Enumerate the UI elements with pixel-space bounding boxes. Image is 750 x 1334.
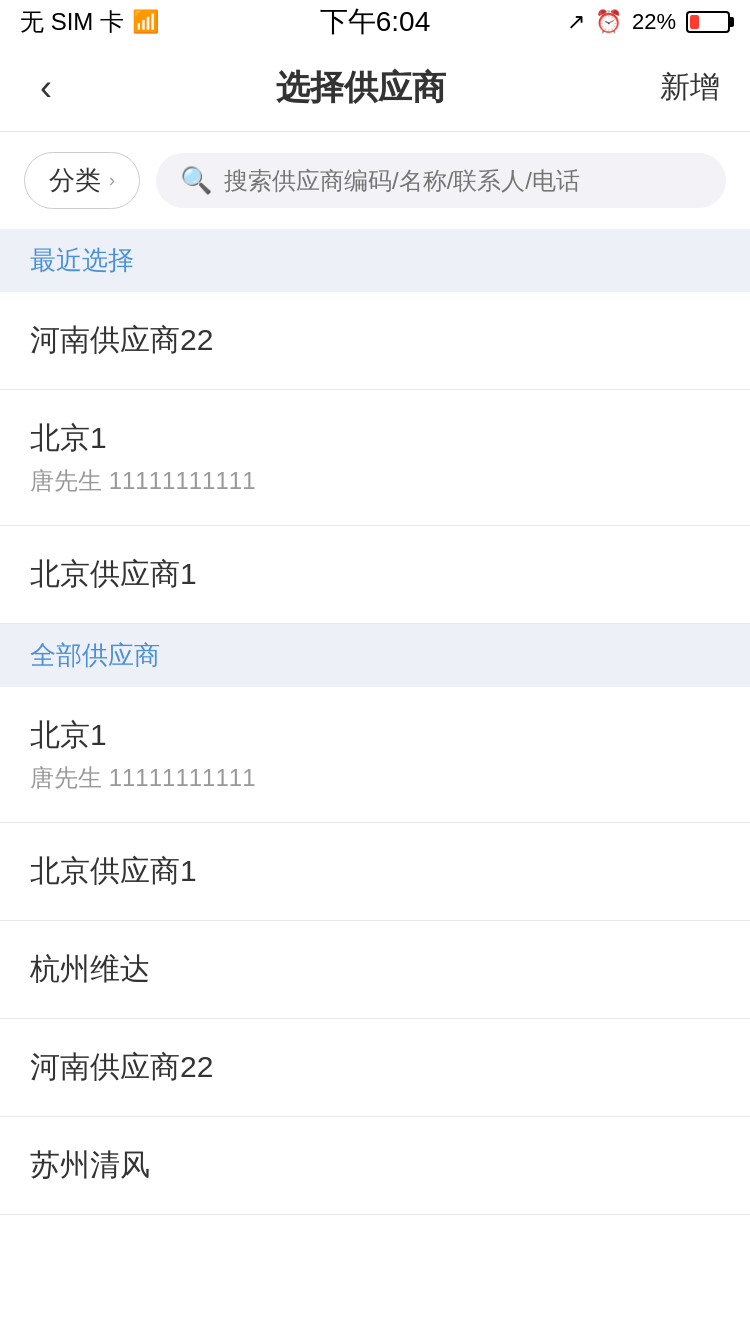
nav-bar: ‹ 选择供应商 新增 [0,44,750,132]
search-box: 🔍 [156,153,726,208]
recent-list-item[interactable]: 河南供应商22 [0,292,750,390]
recent-section-header: 最近选择 [0,229,750,292]
filter-bar: 分类 › 🔍 [0,132,750,229]
all-list-item[interactable]: 杭州维达 [0,921,750,1019]
all-list-item[interactable]: 北京1 唐先生 11111111111 [0,687,750,823]
all-list-item[interactable]: 北京供应商1 [0,823,750,921]
search-icon: 🔍 [180,165,212,196]
wifi-icon: 📶 [132,9,159,35]
recent-list-item[interactable]: 北京供应商1 [0,526,750,624]
item-name: 杭州维达 [30,949,720,990]
item-name: 河南供应商22 [30,320,720,361]
alarm-icon: ⏰ [595,9,622,35]
item-name: 北京供应商1 [30,554,720,595]
battery-fill [690,15,699,29]
recent-items-list: 河南供应商22 北京1 唐先生 11111111111 北京供应商1 [0,292,750,624]
recent-section-title: 最近选择 [30,245,134,275]
page-title: 选择供应商 [276,65,446,111]
location-icon: ↗ [567,9,585,35]
recent-list-item[interactable]: 北京1 唐先生 11111111111 [0,390,750,526]
no-sim-text: 无 SIM 卡 [20,6,124,38]
status-right: ↗ ⏰ 22% [567,9,730,35]
item-name: 北京1 [30,418,720,459]
item-name: 苏州清风 [30,1145,720,1186]
item-sub: 唐先生 11111111111 [30,762,720,794]
all-items-list: 北京1 唐先生 11111111111 北京供应商1 杭州维达河南供应商22 苏州清风 [0,687,750,1215]
category-label: 分类 [49,163,101,198]
search-input[interactable] [224,167,702,195]
status-bar: 无 SIM 卡 📶 下午6:04 ↗ ⏰ 22% [0,0,750,44]
item-name: 北京1 [30,715,720,756]
all-list-item[interactable]: 苏州清风 [0,1117,750,1215]
add-button[interactable]: 新增 [660,67,720,108]
all-section-header: 全部供应商 [0,624,750,687]
battery-text: 22% [632,9,676,35]
category-button[interactable]: 分类 › [24,152,140,209]
status-time: 下午6:04 [320,3,431,41]
item-name: 河南供应商22 [30,1047,720,1088]
battery-icon [686,11,730,33]
all-section-title: 全部供应商 [30,640,160,670]
chevron-right-icon: › [109,170,115,191]
status-left: 无 SIM 卡 📶 [20,6,159,38]
back-button[interactable]: ‹ [30,57,62,119]
all-list-item[interactable]: 河南供应商22 [0,1019,750,1117]
item-name: 北京供应商1 [30,851,720,892]
item-sub: 唐先生 11111111111 [30,465,720,497]
